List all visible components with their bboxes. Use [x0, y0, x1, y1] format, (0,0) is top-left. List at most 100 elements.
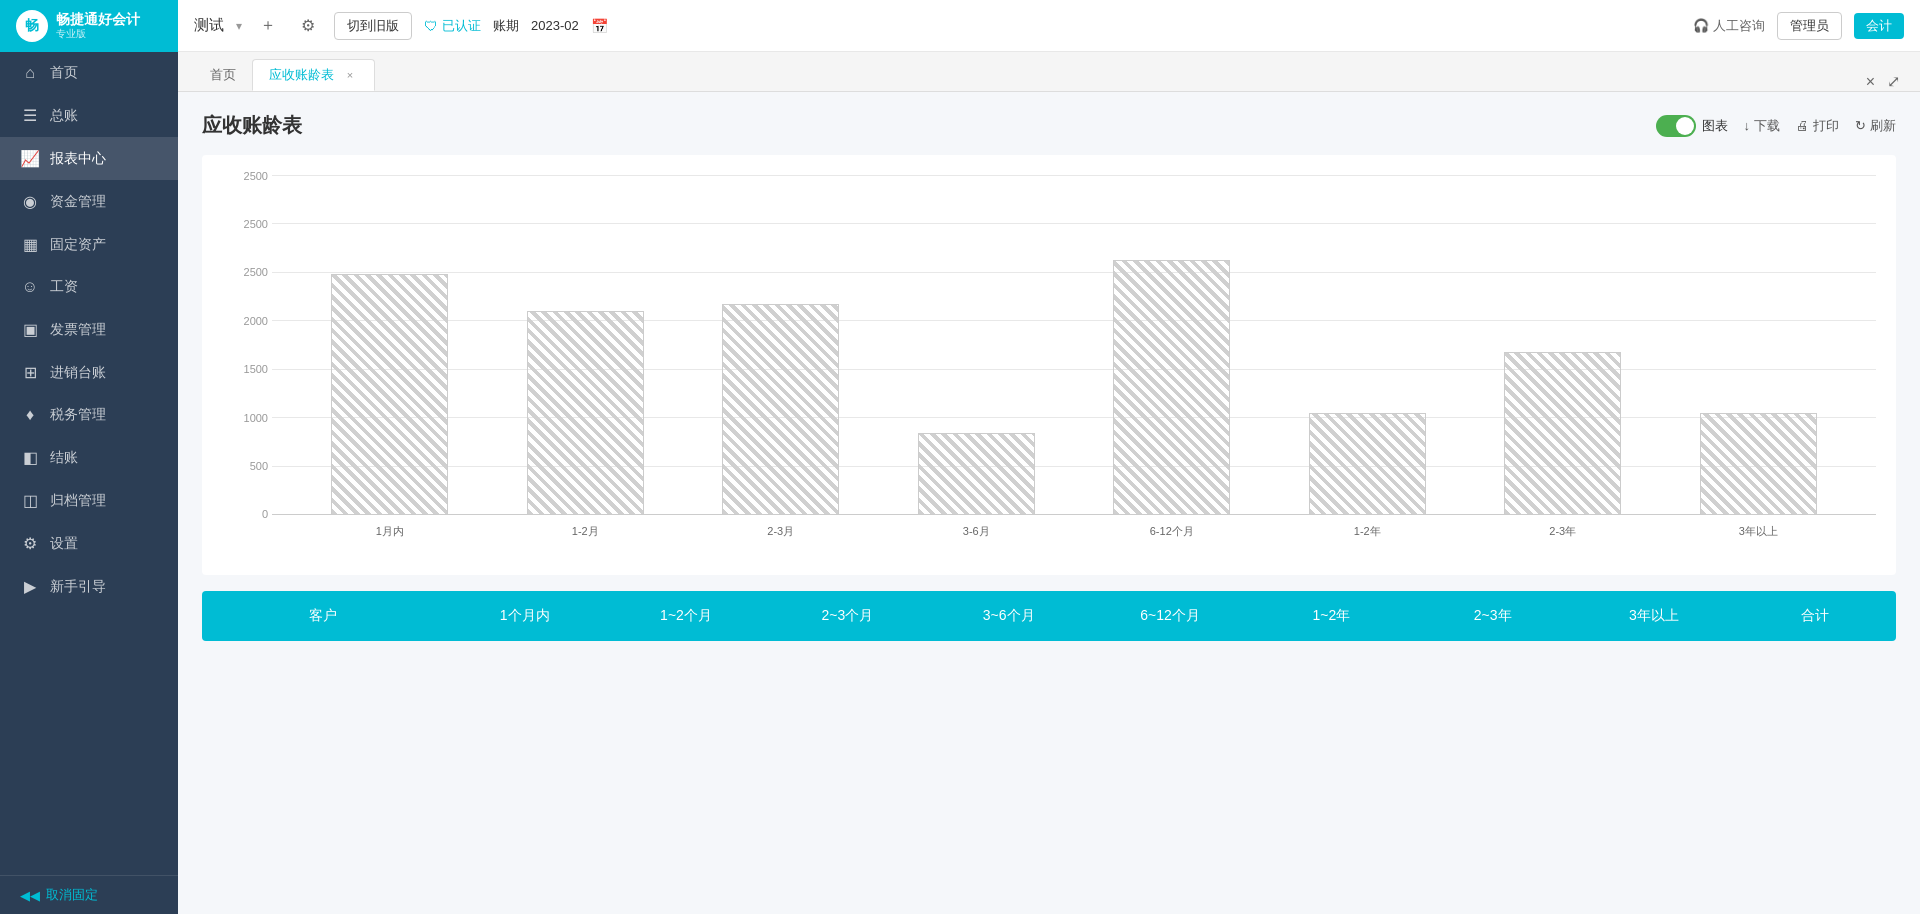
- workspace-chevron-icon[interactable]: ▾: [236, 19, 242, 33]
- settings-button[interactable]: ⚙: [294, 12, 322, 40]
- y-label-2500b: 2500: [224, 218, 268, 230]
- ledger-icon: ☰: [20, 106, 40, 125]
- bar-group-1-2y: 1-2年: [1270, 175, 1466, 515]
- bar-group-3-6m: 3-6月: [879, 175, 1075, 515]
- sidebar-item-funds[interactable]: ◉ 资金管理: [0, 180, 178, 223]
- y-label-2500a: 2500: [224, 170, 268, 182]
- chart-toggle-label: 图表: [1702, 117, 1728, 135]
- app-name: 畅捷通好会计: [56, 11, 140, 28]
- app-edition: 专业版: [56, 27, 140, 41]
- add-button[interactable]: ＋: [254, 12, 282, 40]
- close-window-icon[interactable]: ×: [1862, 73, 1879, 91]
- refresh-icon: ↻: [1855, 118, 1866, 133]
- th-1-2y: 1~2年: [1251, 591, 1412, 641]
- sidebar-item-tax[interactable]: ♦ 税务管理: [0, 394, 178, 436]
- sidebar-item-guide[interactable]: ▶ 新手引导: [0, 565, 178, 608]
- assets-icon: ▦: [20, 235, 40, 254]
- switch-version-button[interactable]: 切到旧版: [334, 12, 412, 40]
- sidebar-item-assets[interactable]: ▦ 固定资产: [0, 223, 178, 266]
- bar-group-1-2m: 1-2月: [488, 175, 684, 515]
- y-label-2000: 2000: [224, 315, 268, 327]
- sidebar-item-salary[interactable]: ☺ 工资: [0, 266, 178, 308]
- y-label-1500: 1500: [224, 363, 268, 375]
- tax-icon: ♦: [20, 406, 40, 424]
- help-button[interactable]: 🎧 人工咨询: [1693, 17, 1765, 35]
- table-header: 客户 1个月内 1~2个月 2~3个月 3~6个月 6~12个月 1~2年 2~…: [202, 591, 1896, 641]
- print-button[interactable]: 🖨 打印: [1796, 117, 1839, 135]
- calendar-icon[interactable]: 📅: [591, 18, 608, 34]
- main-area: 测试 ▾ ＋ ⚙ 切到旧版 🛡 已认证 账期 2023-02 📅 🎧 人工咨询 …: [178, 0, 1920, 914]
- sidebar-item-closing[interactable]: ◧ 结账: [0, 436, 178, 479]
- bar-label-3y-plus: 3年以上: [1739, 524, 1778, 539]
- y-label-2500c: 2500: [224, 266, 268, 278]
- bar-label-1-2m: 1-2月: [572, 524, 599, 539]
- headset-icon: 🎧: [1693, 18, 1709, 33]
- download-button[interactable]: ↓ 下载: [1744, 117, 1781, 135]
- expand-window-icon[interactable]: ⤢: [1883, 72, 1904, 91]
- th-customer: 客户: [202, 591, 444, 641]
- bar-1-2m: [527, 311, 644, 515]
- page-header: 应收账龄表 图表 ↓ 下载 🖨 打印 ↻ 刷新: [202, 112, 1896, 139]
- sidebar: 畅 畅捷通好会计 专业版 ⌂ 首页 ☰ 总账 📈 报表中心 ◉ 资金管理 ▦: [0, 0, 178, 914]
- reports-icon: 📈: [20, 149, 40, 168]
- cert-badge: 🛡 已认证: [424, 17, 481, 35]
- period-label: 账期: [493, 17, 519, 35]
- closing-icon: ◧: [20, 448, 40, 467]
- settings-icon: ⚙: [20, 534, 40, 553]
- th-2-3y: 2~3年: [1412, 591, 1573, 641]
- print-icon: 🖨: [1796, 118, 1809, 133]
- th-3y-plus: 3年以上: [1573, 591, 1734, 641]
- sidebar-item-archive[interactable]: ◫ 归档管理: [0, 479, 178, 522]
- bar-3-6m: [918, 433, 1035, 515]
- th-3-6m: 3~6个月: [928, 591, 1089, 641]
- invoice-icon: ▣: [20, 320, 40, 339]
- user-button[interactable]: 管理员: [1777, 12, 1842, 40]
- archive-icon: ◫: [20, 491, 40, 510]
- bar-label-1m: 1月内: [376, 524, 404, 539]
- y-label-0: 0: [224, 508, 268, 520]
- window-controls: × ⤢: [1862, 72, 1904, 91]
- th-6-12m: 6~12个月: [1089, 591, 1250, 641]
- bar-1-2y: [1309, 413, 1426, 515]
- th-1m: 1个月内: [444, 591, 605, 641]
- toolbar: 图表 ↓ 下载 🖨 打印 ↻ 刷新: [1656, 115, 1897, 137]
- funds-icon: ◉: [20, 192, 40, 211]
- unpin-button[interactable]: ◀◀ 取消固定: [0, 875, 178, 914]
- bar-3y-plus: [1700, 413, 1817, 515]
- sidebar-item-ledger[interactable]: ☰ 总账: [0, 94, 178, 137]
- chart-toggle[interactable]: [1656, 115, 1696, 137]
- bars-area: 1月内 1-2月 2-3月 3-6月: [272, 175, 1876, 515]
- sidebar-item-invoice[interactable]: ▣ 发票管理: [0, 308, 178, 351]
- bar-6-12m: [1113, 260, 1230, 515]
- role-button[interactable]: 会计: [1854, 13, 1904, 39]
- bar-label-2-3m: 2-3月: [767, 524, 794, 539]
- th-total: 合计: [1735, 591, 1896, 641]
- app-logo: 畅 畅捷通好会计 专业版: [0, 0, 178, 52]
- bar-group-2-3y: 2-3年: [1465, 175, 1661, 515]
- sidebar-item-home[interactable]: ⌂ 首页: [0, 52, 178, 94]
- tab-close-icon[interactable]: ×: [342, 67, 358, 83]
- bar-label-1-2y: 1-2年: [1354, 524, 1381, 539]
- tab-home[interactable]: 首页: [194, 59, 252, 91]
- tabbar: 首页 应收账龄表 × × ⤢: [178, 52, 1920, 92]
- topbar: 测试 ▾ ＋ ⚙ 切到旧版 🛡 已认证 账期 2023-02 📅 🎧 人工咨询 …: [178, 0, 1920, 52]
- bar-label-3-6m: 3-6月: [963, 524, 990, 539]
- sidebar-item-settings[interactable]: ⚙ 设置: [0, 522, 178, 565]
- purchase-icon: ⊞: [20, 363, 40, 382]
- bar-chart: 2500 2500 2500 2000: [222, 175, 1876, 555]
- sidebar-item-purchase[interactable]: ⊞ 进销台账: [0, 351, 178, 394]
- download-icon: ↓: [1744, 118, 1751, 133]
- bar-2-3y: [1504, 352, 1621, 515]
- bar-group-3y-plus: 3年以上: [1661, 175, 1857, 515]
- bar-group-1m: 1月内: [292, 175, 488, 515]
- toggle-knob: [1676, 117, 1694, 135]
- page-content: 应收账龄表 图表 ↓ 下载 🖨 打印 ↻ 刷新: [178, 92, 1920, 914]
- logo-icon: 畅: [16, 10, 48, 42]
- tab-aging-report[interactable]: 应收账龄表 ×: [252, 59, 375, 91]
- refresh-button[interactable]: ↻ 刷新: [1855, 117, 1896, 135]
- th-1-2m: 1~2个月: [605, 591, 766, 641]
- sidebar-nav: ⌂ 首页 ☰ 总账 📈 报表中心 ◉ 资金管理 ▦ 固定资产 ☺ 工资 ▣: [0, 52, 178, 875]
- bar-group-2-3m: 2-3月: [683, 175, 879, 515]
- sidebar-item-reports[interactable]: 📈 报表中心: [0, 137, 178, 180]
- bar-1m: [331, 274, 448, 515]
